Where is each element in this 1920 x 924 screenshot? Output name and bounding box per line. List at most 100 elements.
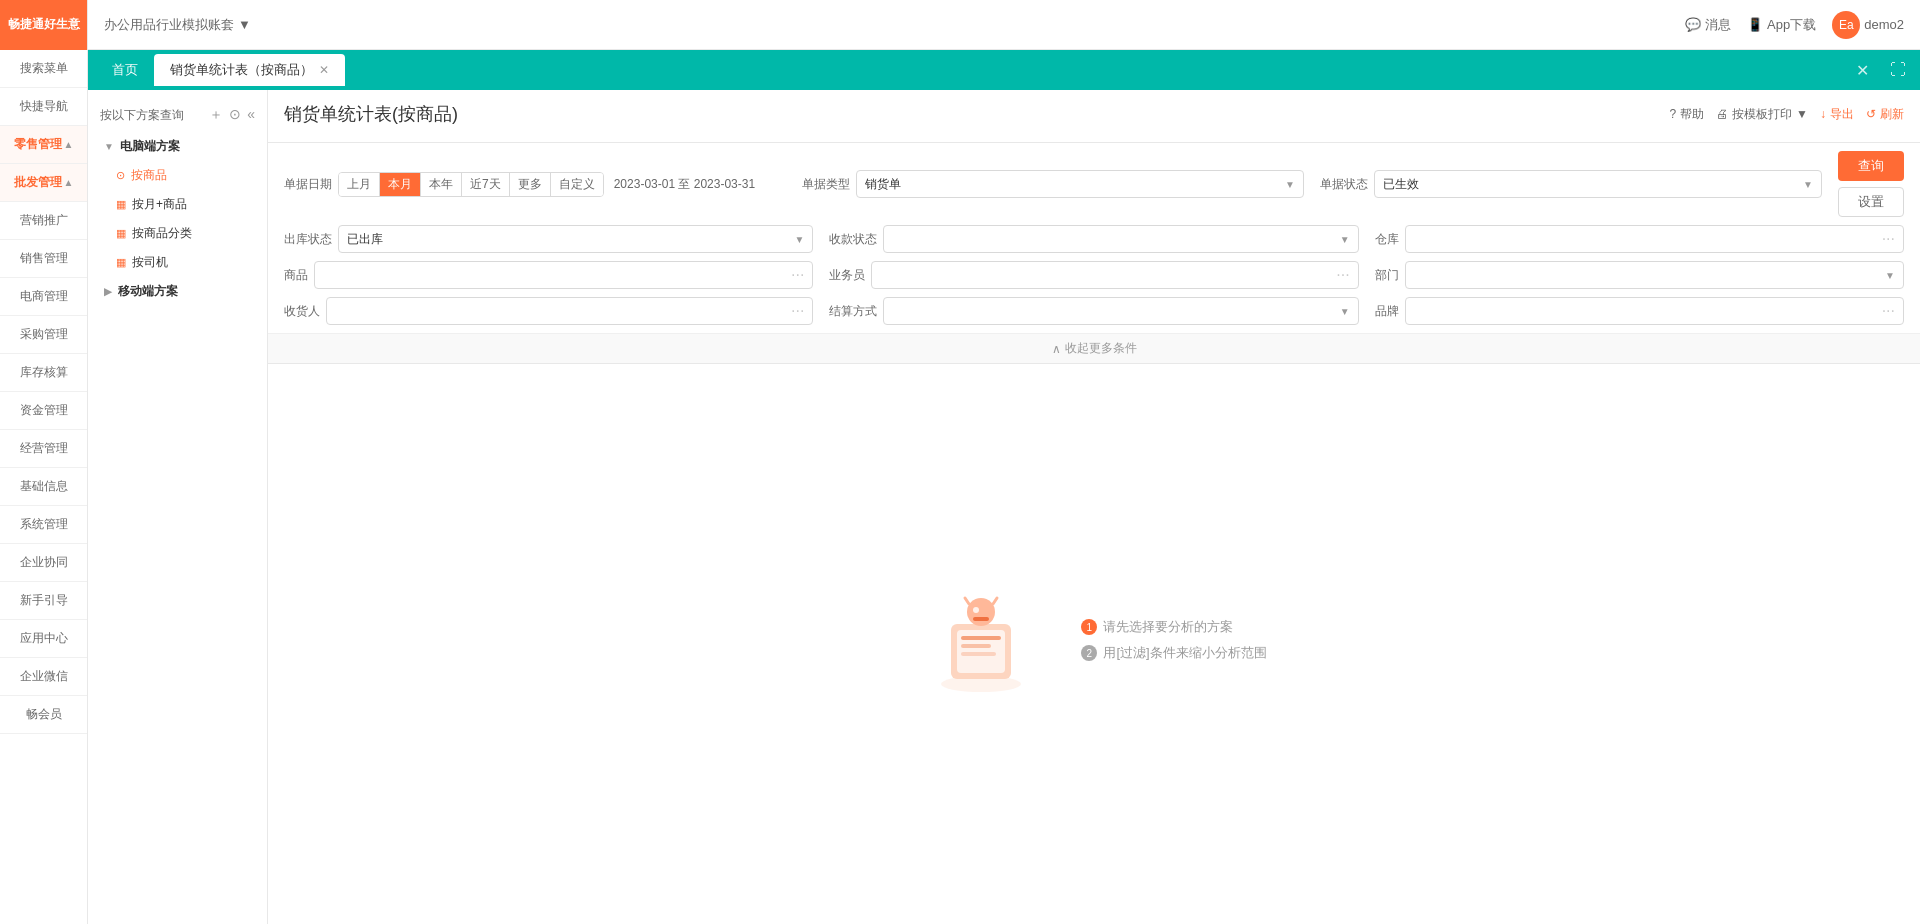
tree-item-desktop[interactable]: ▼ 电脑端方案	[88, 132, 267, 161]
app-logo: 畅捷通好生意	[0, 0, 87, 50]
filter-department: 部门 ▼	[1375, 261, 1904, 289]
order-status-arrow-icon: ▼	[1803, 179, 1813, 190]
payment-status-arrow-icon: ▼	[1340, 234, 1350, 245]
salesperson-label: 业务员	[829, 267, 865, 284]
warehouse-control[interactable]: ···	[1405, 225, 1904, 253]
collapse-icon: ∧	[1052, 342, 1061, 356]
page-header: 销货单统计表(按商品) ? 帮助 🖨 按模板打印 ▼ ↓	[268, 90, 1920, 143]
filter-product: 商品 ···	[284, 261, 813, 289]
svg-rect-4	[961, 644, 991, 648]
sidebar-item-purchase[interactable]: 采购管理	[0, 316, 87, 354]
collapse-panel-button[interactable]: «	[247, 106, 255, 124]
user-menu[interactable]: Ea demo2	[1832, 11, 1904, 39]
settlement-control[interactable]: ▼	[883, 297, 1358, 325]
main-area: 办公用品行业模拟账套 ▼ 💬 消息 📱 App下载 Ea demo2 首页	[88, 0, 1920, 924]
brand-control[interactable]: ···	[1405, 297, 1904, 325]
tree-item-by-product[interactable]: ⊙ 按商品	[88, 161, 267, 190]
by-category-icon: ▦	[116, 227, 126, 240]
product-control[interactable]: ···	[314, 261, 813, 289]
tab-expand-button[interactable]: ⛶	[1884, 56, 1912, 84]
warehouse-status-control[interactable]: 已出库 ▼	[338, 225, 813, 253]
warehouse-status-arrow-icon: ▼	[794, 234, 804, 245]
message-button[interactable]: 💬 消息	[1685, 16, 1731, 34]
payment-status-control[interactable]: ▼	[883, 225, 1358, 253]
desktop-expand-icon: ▼	[104, 141, 114, 152]
date-tabs: 上月 本月 本年 近7天 更多 自定义	[338, 172, 604, 197]
sidebar-item-enterprise[interactable]: 企业协同	[0, 544, 87, 582]
sidebar-item-ecommerce[interactable]: 电商管理	[0, 278, 87, 316]
svg-point-6	[967, 598, 995, 626]
tree-item-by-month-product[interactable]: ▦ 按月+商品	[88, 190, 267, 219]
sidebar-item-operations[interactable]: 经营管理	[0, 430, 87, 468]
order-status-control[interactable]: 已生效 ▼	[1374, 170, 1822, 198]
tip-num-2: 2	[1081, 645, 1097, 661]
export-button[interactable]: ↓ 导出	[1820, 106, 1854, 123]
sidebar-item-inventory[interactable]: 库存核算	[0, 354, 87, 392]
sidebar-search[interactable]: 搜索菜单	[0, 50, 87, 88]
tree-item-by-cashier[interactable]: ▦ 按司机	[88, 248, 267, 277]
filter-warehouse: 仓库 ···	[1375, 225, 1904, 253]
refresh-button[interactable]: ↺ 刷新	[1866, 106, 1904, 123]
sidebar-item-system[interactable]: 系统管理	[0, 506, 87, 544]
sidebar-quick-nav[interactable]: 快捷导航	[0, 88, 87, 126]
app-download-button[interactable]: 📱 App下载	[1747, 16, 1816, 34]
sidebar-item-wechat[interactable]: 企业微信	[0, 658, 87, 696]
filter-payment-status: 收款状态 ▼	[829, 225, 1358, 253]
brand-dots-icon: ···	[1882, 302, 1895, 320]
warehouse-dots-icon: ···	[1882, 230, 1895, 248]
tab-report[interactable]: 销货单统计表（按商品） ✕	[154, 54, 345, 86]
sidebar-item-sales[interactable]: 销售管理	[0, 240, 87, 278]
by-month-product-icon: ▦	[116, 198, 126, 211]
department-control[interactable]: ▼	[1405, 261, 1904, 289]
date-tab-last-month[interactable]: 上月	[339, 173, 380, 196]
tab-close-window-button[interactable]: ✕	[1848, 56, 1876, 84]
collapse-bar[interactable]: ∧ 收起更多条件	[268, 334, 1920, 364]
sidebar-item-wholesale[interactable]: 批发管理 ▲	[0, 164, 87, 202]
settings-scheme-button[interactable]: ⊙	[229, 106, 241, 124]
order-type-control[interactable]: 销货单 ▼	[856, 170, 1304, 198]
add-scheme-button[interactable]: ＋	[209, 106, 223, 124]
receiver-control[interactable]: ···	[326, 297, 813, 325]
sidebar-item-appstore[interactable]: 应用中心	[0, 620, 87, 658]
date-label: 单据日期	[284, 176, 332, 193]
brand-label: 品牌	[1375, 303, 1399, 320]
filter-salesperson: 业务员 ···	[829, 261, 1358, 289]
page-title: 销货单统计表(按商品)	[284, 102, 458, 126]
settings-button[interactable]: 设置	[1838, 187, 1904, 217]
receiver-dots-icon: ···	[791, 302, 804, 320]
query-actions: 查询 设置	[1838, 151, 1904, 217]
workspace-selector[interactable]: 办公用品行业模拟账套 ▼	[104, 16, 251, 34]
filter-area: 单据日期 上月 本月 本年 近7天 更多 自定义 2023-03-01 至 20…	[268, 143, 1920, 334]
sidebar-item-member[interactable]: 畅会员	[0, 696, 87, 734]
sidebar-item-newbie[interactable]: 新手引导	[0, 582, 87, 620]
sidebar-item-finance[interactable]: 资金管理	[0, 392, 87, 430]
date-tab-custom[interactable]: 自定义	[551, 173, 603, 196]
tab-bar: 首页 销货单统计表（按商品） ✕ ✕ ⛶	[88, 50, 1920, 90]
sidebar-item-marketing[interactable]: 营销推广	[0, 202, 87, 240]
date-tab-7days[interactable]: 近7天	[462, 173, 510, 196]
salesperson-control[interactable]: ···	[871, 261, 1358, 289]
sidebar-item-basic[interactable]: 基础信息	[0, 468, 87, 506]
help-button[interactable]: ? 帮助	[1669, 106, 1704, 123]
warehouse-status-label: 出库状态	[284, 231, 332, 248]
tab-close-icon[interactable]: ✕	[319, 63, 329, 77]
template-print-button[interactable]: 🖨 按模板打印 ▼	[1716, 106, 1808, 123]
left-panel-title: 按以下方案查询	[100, 107, 184, 124]
left-panel-actions: ＋ ⊙ «	[209, 106, 255, 124]
date-tab-more[interactable]: 更多	[510, 173, 551, 196]
download-icon: 📱	[1747, 17, 1763, 32]
avatar: Ea	[1832, 11, 1860, 39]
workspace-arrow-icon: ▼	[238, 17, 251, 32]
date-tab-this-month[interactable]: 本月	[380, 173, 421, 196]
filter-date: 单据日期 上月 本月 本年 近7天 更多 自定义 2023-03-01 至 20…	[284, 172, 786, 197]
order-type-arrow-icon: ▼	[1285, 179, 1295, 190]
sidebar-item-retail[interactable]: 零售管理 ▲	[0, 126, 87, 164]
query-button[interactable]: 查询	[1838, 151, 1904, 181]
retail-arrow: ▲	[64, 139, 74, 150]
date-tab-this-year[interactable]: 本年	[421, 173, 462, 196]
tree-item-by-category[interactable]: ▦ 按商品分类	[88, 219, 267, 248]
tab-home[interactable]: 首页	[96, 54, 154, 86]
tree-item-mobile[interactable]: ▶ 移动端方案	[88, 277, 267, 306]
department-arrow-icon: ▼	[1885, 270, 1895, 281]
tip-item-1: 1 请先选择要分析的方案	[1081, 618, 1266, 636]
